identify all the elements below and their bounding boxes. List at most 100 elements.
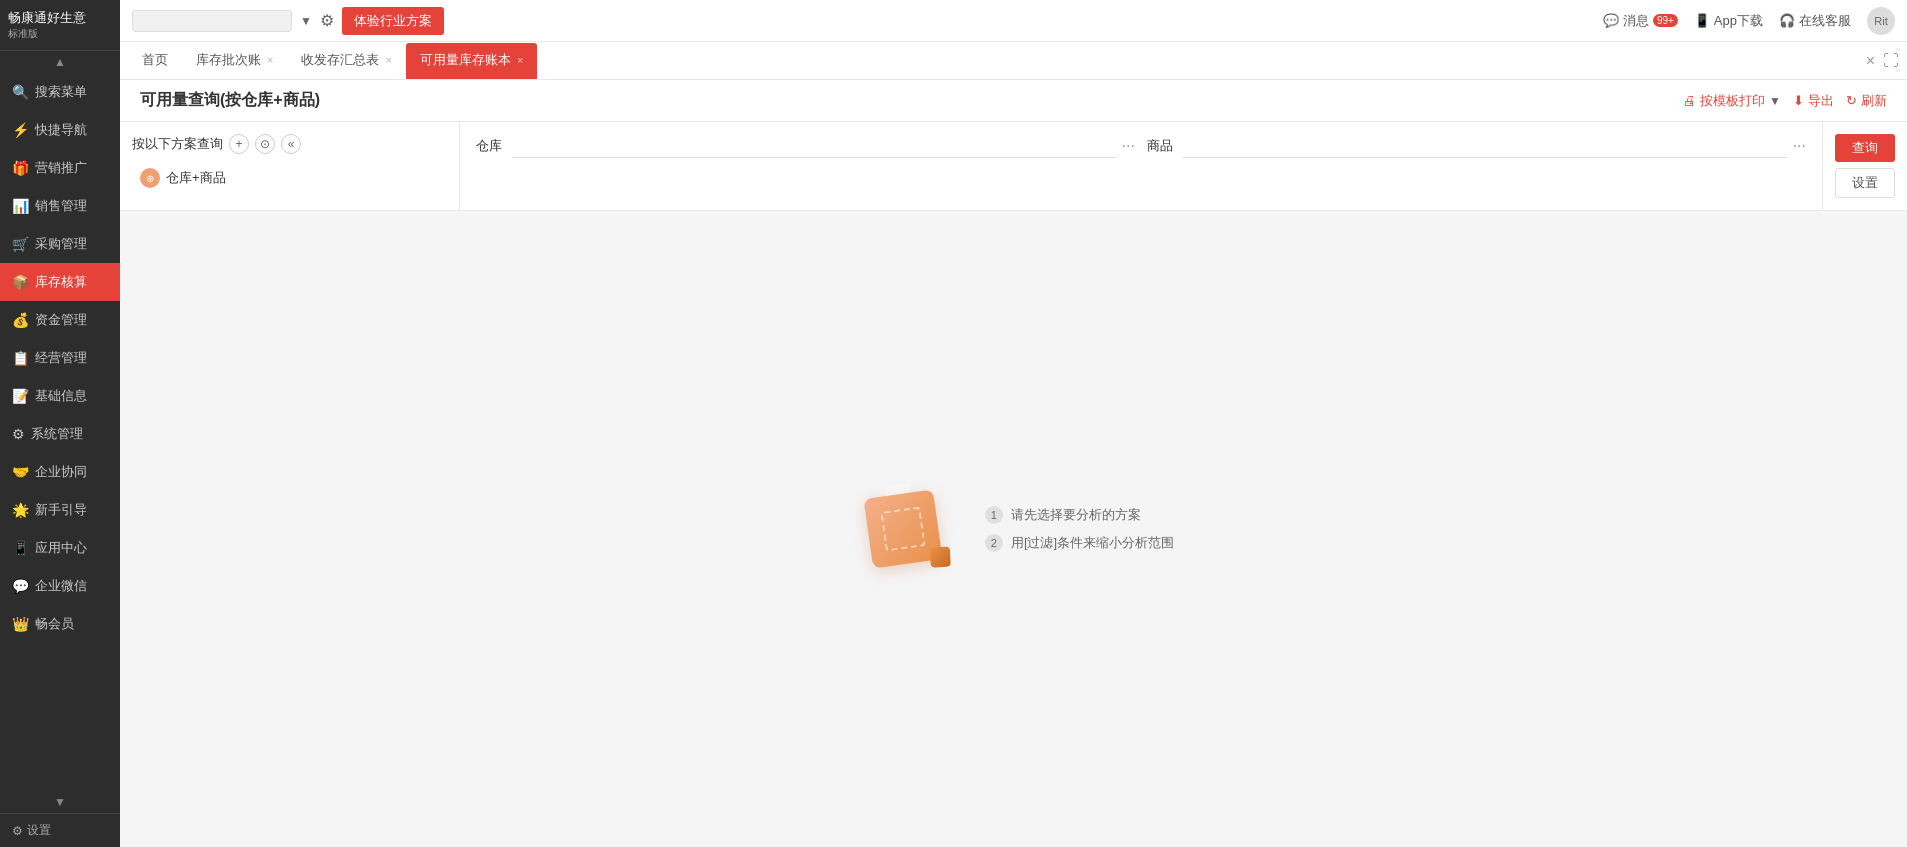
scheme-item-label: 仓库+商品 [166, 169, 226, 187]
hint-text-2: 用[过滤]条件来缩小分析范围 [1011, 534, 1174, 552]
sidebar-item-coop[interactable]: 🤝企业协同 [0, 453, 120, 491]
user-avatar[interactable]: Rit [1867, 7, 1895, 35]
settings-scheme-button[interactable]: ⊙ [255, 134, 275, 154]
scheme-header-label: 按以下方案查询 [132, 135, 223, 153]
topbar: ▼ ⚙ 体验行业方案 💬 消息 99+ 📱 App下载 🎧 在线客服 Rit [120, 0, 1907, 42]
search-icon: 🔍 [12, 84, 29, 100]
message-button[interactable]: 💬 消息 99+ [1603, 12, 1678, 30]
sidebar-item-appstore[interactable]: 📱应用中心 [0, 529, 120, 567]
sidebar-item-guide[interactable]: 🌟新手引导 [0, 491, 120, 529]
sidebar-nav: 🔍 搜索菜单 ⚡快捷导航🎁营销推广 📊 销售管理 🛒采购管理📦库存核算💰资金管理📋经营管理… [0, 73, 120, 791]
goods-label: 商品 [1147, 137, 1177, 155]
empty-hints: 1 请先选择要分析的方案 2 用[过滤]条件来缩小分析范围 [985, 506, 1174, 552]
sidebar-logo: 畅康通好生意 标准版 [0, 0, 120, 51]
sidebar-item-search[interactable]: 🔍 搜索菜单 [0, 73, 120, 111]
logo-name: 畅康通好生意 [8, 10, 112, 27]
empty-illustration [853, 479, 953, 579]
print-dropdown-icon[interactable]: ▼ [1769, 94, 1781, 108]
export-button[interactable]: ⬇ 导出 [1793, 92, 1834, 110]
search-input[interactable] [132, 10, 292, 32]
sales-icon: 📊 [12, 198, 29, 214]
tab-batch-account-close[interactable]: × [267, 54, 273, 66]
sidebar-item-label: 销售管理 [35, 197, 87, 215]
add-scheme-button[interactable]: + [229, 134, 249, 154]
sidebar-item-basic[interactable]: 📝基础信息 [0, 377, 120, 415]
close-window-button[interactable]: × [1866, 52, 1875, 70]
export-label: 导出 [1808, 92, 1834, 110]
message-label: 消息 [1623, 12, 1649, 30]
cube-shape [863, 489, 942, 568]
sidebar-scroll-down[interactable]: ▼ [0, 791, 120, 813]
sidebar-item-marketing[interactable]: 🎁营销推广 [0, 149, 120, 187]
purchase-icon: 🛒 [12, 236, 29, 252]
tab-home[interactable]: 首页 [128, 43, 182, 79]
app-download-button[interactable]: 📱 App下载 [1694, 12, 1763, 30]
app-download-label: App下载 [1714, 12, 1763, 30]
sidebar-item-wechat[interactable]: 💬企业微信 [0, 567, 120, 605]
goods-more-icon[interactable]: ··· [1793, 137, 1806, 155]
sidebar-item-inventory[interactable]: 📦库存核算 [0, 263, 120, 301]
gear-icon[interactable]: ⚙ [320, 11, 334, 30]
collapse-scheme-button[interactable]: « [281, 134, 301, 154]
sidebar-item-sales[interactable]: 📊 销售管理 [0, 187, 120, 225]
page-header: 可用量查询(按仓库+商品) 🖨 按模板打印 ▼ ⬇ 导出 ↻ 刷新 [120, 80, 1907, 122]
goods-field: 商品 ··· [1147, 134, 1806, 158]
sidebar-item-member[interactable]: 👑畅会员 [0, 605, 120, 643]
sidebar-scroll-up[interactable]: ▲ [0, 51, 120, 73]
hint-num-2: 2 [985, 534, 1003, 552]
sidebar-item-system[interactable]: ⚙系统管理 [0, 415, 120, 453]
tab-available-stock[interactable]: 可用量库存账本 × [406, 43, 537, 79]
headset-icon: 🎧 [1779, 13, 1795, 28]
online-service-label: 在线客服 [1799, 12, 1851, 30]
tab-stock-summary[interactable]: 收发存汇总表 × [287, 43, 405, 79]
print-button[interactable]: 🖨 按模板打印 ▼ [1683, 92, 1781, 110]
sidebar: 畅康通好生意 标准版 ▲ 🔍 搜索菜单 ⚡快捷导航🎁营销推广 📊 销售管理 🛒采购管理📦库… [0, 0, 120, 847]
refresh-button[interactable]: ↻ 刷新 [1846, 92, 1887, 110]
page-content: 可用量查询(按仓库+商品) 🖨 按模板打印 ▼ ⬇ 导出 ↻ 刷新 [120, 80, 1907, 847]
page-title: 可用量查询(按仓库+商品) [140, 90, 320, 111]
tabs-bar: 首页 库存批次账 × 收发存汇总表 × 可用量库存账本 × × ⛶ [120, 42, 1907, 80]
maximize-window-button[interactable]: ⛶ [1883, 52, 1899, 70]
warehouse-more-icon[interactable]: ··· [1122, 137, 1135, 155]
sidebar-settings[interactable]: ⚙ 设置 [0, 813, 120, 847]
tab-stock-summary-label: 收发存汇总表 [301, 51, 379, 69]
empty-state: 1 请先选择要分析的方案 2 用[过滤]条件来缩小分析范围 [120, 211, 1907, 847]
basic-icon: 📝 [12, 388, 29, 404]
scheme-item-icon: ⊕ [140, 168, 160, 188]
warehouse-field: 仓库 ··· [476, 134, 1135, 158]
topbar-right: 💬 消息 99+ 📱 App下载 🎧 在线客服 Rit [1603, 7, 1895, 35]
sidebar-item-label: 搜索菜单 [35, 83, 87, 101]
right-action-buttons: 查询 设置 [1822, 122, 1907, 210]
sidebar-item-funds[interactable]: 💰资金管理 [0, 301, 120, 339]
sidebar-item-label: 快捷导航 [35, 121, 87, 139]
tab-available-stock-close[interactable]: × [517, 54, 523, 66]
member-icon: 👑 [12, 616, 29, 632]
message-badge: 99+ [1653, 14, 1678, 27]
funds-icon: 💰 [12, 312, 29, 328]
scheme-item[interactable]: ⊕ 仓库+商品 [132, 162, 447, 194]
trial-industry-button[interactable]: 体验行业方案 [342, 7, 444, 35]
sidebar-item-purchase[interactable]: 🛒采购管理 [0, 225, 120, 263]
hint-num-1: 1 [985, 506, 1003, 524]
scheme-header: 按以下方案查询 + ⊙ « [132, 134, 447, 154]
tab-batch-account[interactable]: 库存批次账 × [182, 43, 287, 79]
wechat-icon: 💬 [12, 578, 29, 594]
sidebar-item-label: 经营管理 [35, 349, 87, 367]
sidebar-item-label: 系统管理 [31, 425, 83, 443]
query-button[interactable]: 查询 [1835, 134, 1895, 162]
warehouse-label: 仓库 [476, 137, 506, 155]
tab-batch-account-label: 库存批次账 [196, 51, 261, 69]
coop-icon: 🤝 [12, 464, 29, 480]
goods-input[interactable] [1183, 134, 1787, 158]
topbar-dropdown-icon[interactable]: ▼ [300, 14, 312, 28]
hint-text-1: 请先选择要分析的方案 [1011, 506, 1141, 524]
phone-icon: 📱 [1694, 13, 1710, 28]
settings-button[interactable]: 设置 [1835, 168, 1895, 198]
warehouse-input[interactable] [512, 134, 1116, 158]
sidebar-item-ops[interactable]: 📋经营管理 [0, 339, 120, 377]
refresh-label: 刷新 [1861, 92, 1887, 110]
tab-stock-summary-close[interactable]: × [385, 54, 391, 66]
online-service-button[interactable]: 🎧 在线客服 [1779, 12, 1851, 30]
tab-home-label: 首页 [142, 51, 168, 69]
sidebar-item-quick-nav[interactable]: ⚡快捷导航 [0, 111, 120, 149]
